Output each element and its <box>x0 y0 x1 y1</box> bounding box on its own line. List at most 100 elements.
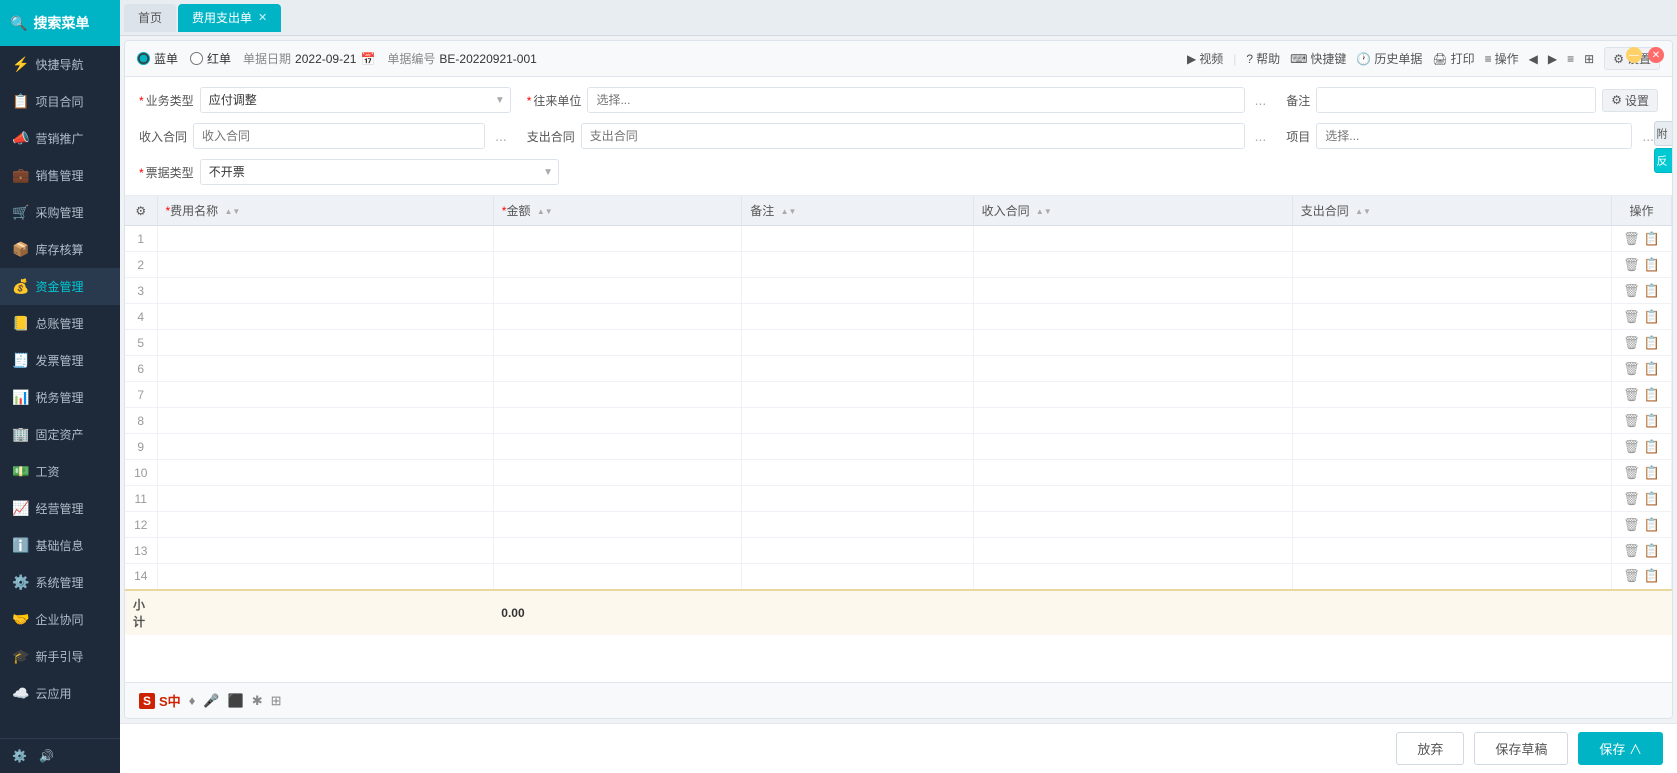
row-expense-contract-7[interactable] <box>1292 382 1611 408</box>
row-expense-contract-9[interactable] <box>1292 434 1611 460</box>
remark-input[interactable] <box>1316 87 1596 113</box>
row-remark-3[interactable] <box>742 278 973 304</box>
row-expense-contract-2[interactable] <box>1292 252 1611 278</box>
sort-icon-expense-contract[interactable]: ▲▼ <box>1355 207 1371 216</box>
close-button[interactable]: ✕ <box>1648 47 1664 63</box>
row-expense-contract-12[interactable] <box>1292 512 1611 538</box>
sort-icon-amount[interactable]: ▲▼ <box>537 207 553 216</box>
delete-icon-3[interactable]: 🗑 <box>1623 283 1640 299</box>
footer-icon-5[interactable]: ⊞ <box>271 693 282 709</box>
row-remark-9[interactable] <box>742 434 973 460</box>
help-action[interactable]: ? 帮助 <box>1246 50 1280 67</box>
remark-settings-btn[interactable]: ⚙ 设置 <box>1602 89 1658 112</box>
row-amount-14[interactable] <box>493 564 741 590</box>
row-expense-contract-10[interactable] <box>1292 460 1611 486</box>
sidebar-item-new-guide[interactable]: 🎓新手引导 <box>0 638 120 675</box>
row-amount-9[interactable] <box>493 434 741 460</box>
delete-icon-14[interactable]: 🗑 <box>1623 568 1640 584</box>
attachment-tab[interactable]: 附 <box>1654 121 1673 146</box>
row-expense-contract-1[interactable] <box>1292 226 1611 252</box>
row-expense-contract-11[interactable] <box>1292 486 1611 512</box>
row-amount-1[interactable] <box>493 226 741 252</box>
video-action[interactable]: ▶ 视频 <box>1187 50 1223 67</box>
row-amount-11[interactable] <box>493 486 741 512</box>
row-amount-6[interactable] <box>493 356 741 382</box>
project-input[interactable] <box>1316 123 1632 149</box>
delete-icon-7[interactable]: 🗑 <box>1623 387 1640 403</box>
minimize-button[interactable]: — <box>1626 47 1642 63</box>
copy-icon-10[interactable]: 📋 <box>1644 465 1660 481</box>
sidebar-item-sys-mgmt[interactable]: ⚙️系统管理 <box>0 564 120 601</box>
shortcut-action[interactable]: ⌨ 快捷键 <box>1290 50 1346 67</box>
expense-contract-input[interactable] <box>581 123 1245 149</box>
row-income-contract-12[interactable] <box>973 512 1292 538</box>
sidebar-title[interactable]: 搜索菜单 <box>33 13 89 33</box>
sidebar-item-fixed-assets[interactable]: 🏢固定资产 <box>0 416 120 453</box>
partner-input[interactable] <box>587 87 1244 113</box>
row-expense-name-11[interactable] <box>157 486 493 512</box>
footer-icon-1[interactable]: ♦ <box>189 693 196 709</box>
row-expense-name-5[interactable] <box>157 330 493 356</box>
delete-icon-2[interactable]: 🗑 <box>1623 257 1640 273</box>
row-expense-name-10[interactable] <box>157 460 493 486</box>
row-income-contract-13[interactable] <box>973 538 1292 564</box>
row-remark-7[interactable] <box>742 382 973 408</box>
row-amount-3[interactable] <box>493 278 741 304</box>
delete-icon-1[interactable]: 🗑 <box>1623 231 1640 247</box>
row-amount-5[interactable] <box>493 330 741 356</box>
row-income-contract-6[interactable] <box>973 356 1292 382</box>
row-income-contract-5[interactable] <box>973 330 1292 356</box>
delete-icon-12[interactable]: 🗑 <box>1623 517 1640 533</box>
discard-button[interactable]: 放弃 <box>1396 732 1464 765</box>
delete-icon-13[interactable]: 🗑 <box>1623 543 1640 559</box>
print-action[interactable]: 🖨 打印 <box>1432 50 1474 67</box>
col-gear[interactable]: ⚙ <box>125 196 157 226</box>
row-amount-4[interactable] <box>493 304 741 330</box>
row-expense-name-4[interactable] <box>157 304 493 330</box>
copy-icon-3[interactable]: 📋 <box>1644 283 1660 299</box>
row-expense-name-1[interactable] <box>157 226 493 252</box>
footer-icon-3[interactable]: ⬛ <box>228 693 244 709</box>
sidebar-item-basic-info[interactable]: ℹ️基础信息 <box>0 527 120 564</box>
row-expense-name-2[interactable] <box>157 252 493 278</box>
save-draft-button[interactable]: 保存草稿 <box>1474 732 1568 765</box>
feedback-tab[interactable]: 反 <box>1654 148 1673 173</box>
row-amount-13[interactable] <box>493 538 741 564</box>
tab-home[interactable]: 首页 <box>124 4 176 32</box>
row-remark-13[interactable] <box>742 538 973 564</box>
row-expense-name-6[interactable] <box>157 356 493 382</box>
delete-icon-5[interactable]: 🗑 <box>1623 335 1640 351</box>
settings-icon[interactable]: ⚙️ <box>12 749 27 763</box>
row-amount-12[interactable] <box>493 512 741 538</box>
row-remark-10[interactable] <box>742 460 973 486</box>
sidebar-item-salary[interactable]: 💵工资 <box>0 453 120 490</box>
row-remark-6[interactable] <box>742 356 973 382</box>
delete-icon-9[interactable]: 🗑 <box>1623 439 1640 455</box>
view-list[interactable]: ≡ <box>1567 52 1574 66</box>
delete-icon-6[interactable]: 🗑 <box>1623 361 1640 377</box>
partner-dots[interactable]: ... <box>1251 92 1271 108</box>
row-income-contract-10[interactable] <box>973 460 1292 486</box>
sidebar-item-quick-nav[interactable]: ⚡快捷导航 <box>0 46 120 83</box>
copy-icon-13[interactable]: 📋 <box>1644 543 1660 559</box>
delete-icon-8[interactable]: 🗑 <box>1623 413 1640 429</box>
delete-icon-10[interactable]: 🗑 <box>1623 465 1640 481</box>
copy-icon-9[interactable]: 📋 <box>1644 439 1660 455</box>
sidebar-item-marketing[interactable]: 📣营销推广 <box>0 120 120 157</box>
red-radio[interactable] <box>190 52 203 65</box>
sidebar-item-inventory[interactable]: 📦库存核算 <box>0 231 120 268</box>
delete-icon-4[interactable]: 🗑 <box>1623 309 1640 325</box>
row-expense-contract-14[interactable] <box>1292 564 1611 590</box>
row-remark-11[interactable] <box>742 486 973 512</box>
calendar-icon[interactable]: 📅 <box>360 52 375 66</box>
history-action[interactable]: 🕐 历史单据 <box>1356 50 1422 67</box>
copy-icon-12[interactable]: 📋 <box>1644 517 1660 533</box>
row-expense-contract-8[interactable] <box>1292 408 1611 434</box>
copy-icon-7[interactable]: 📋 <box>1644 387 1660 403</box>
footer-icon-2[interactable]: 🎤 <box>203 693 219 709</box>
row-income-contract-4[interactable] <box>973 304 1292 330</box>
number-value[interactable]: BE-20220921-001 <box>439 52 536 66</box>
sidebar-item-fund-mgmt[interactable]: 💰资金管理 <box>0 268 120 305</box>
row-expense-contract-6[interactable] <box>1292 356 1611 382</box>
sidebar-item-sales-mgmt[interactable]: 💼销售管理 <box>0 157 120 194</box>
